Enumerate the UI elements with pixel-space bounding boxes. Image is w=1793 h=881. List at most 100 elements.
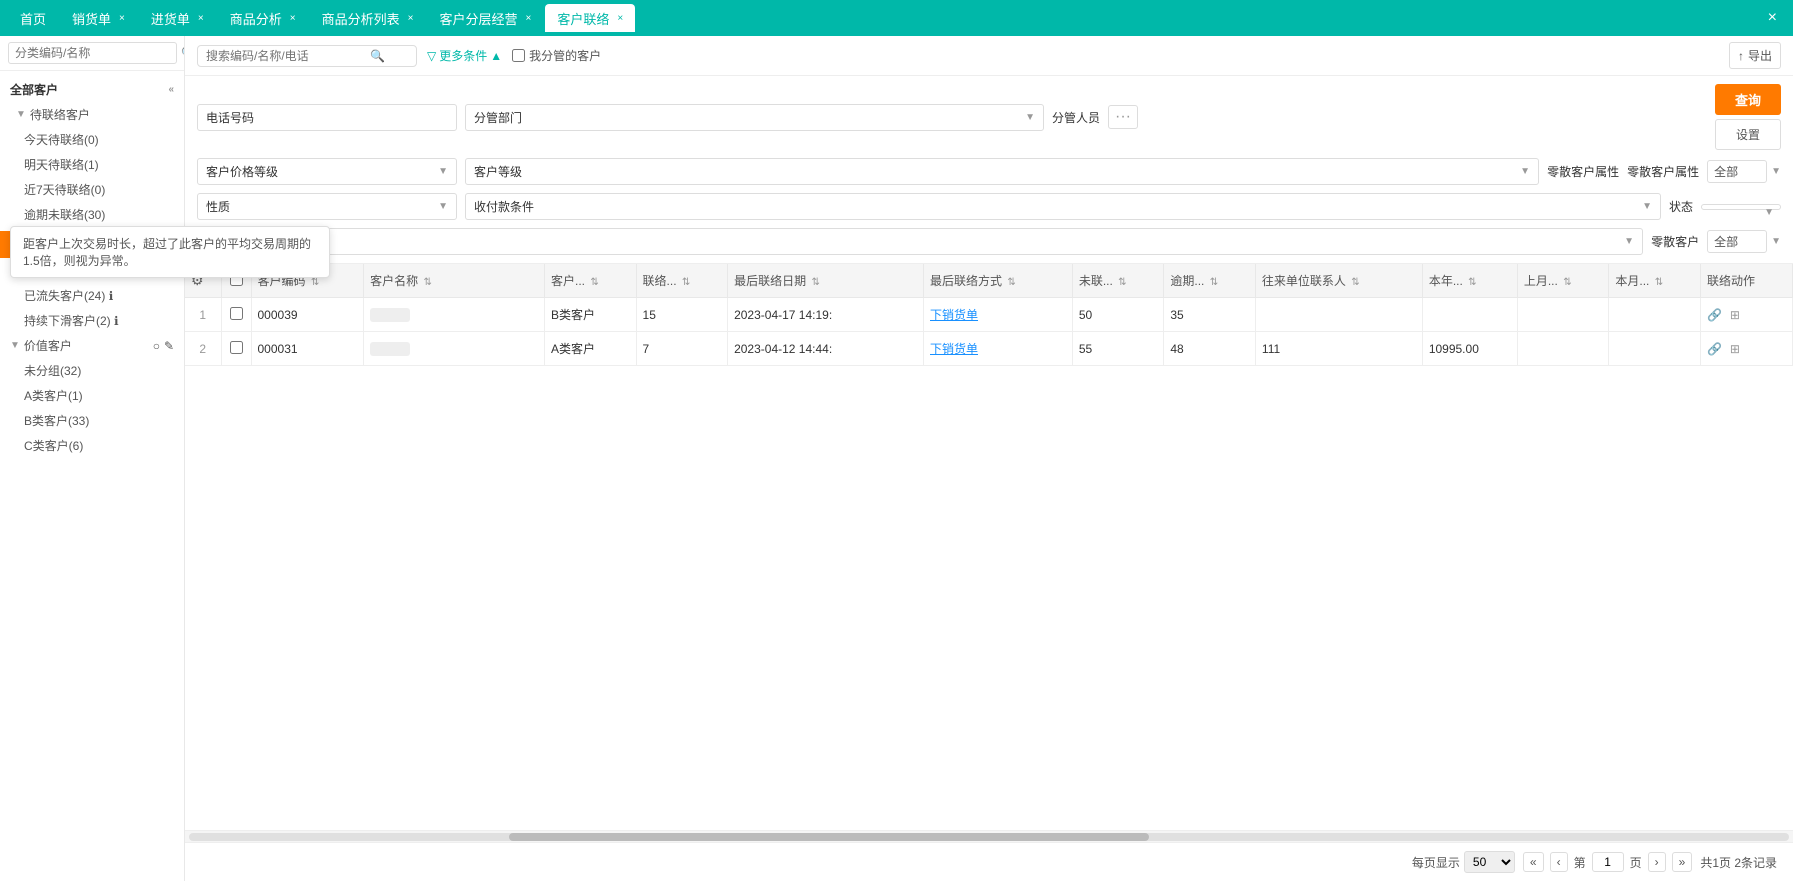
tab-analysis[interactable]: 商品分析 × [218, 4, 308, 32]
sidebar-item-today[interactable]: 今天待联络(0) [0, 127, 184, 152]
filter-retail-arrow[interactable]: ▼ [1771, 166, 1781, 177]
col-name-sort[interactable]: ⇅ [424, 277, 432, 288]
filter-status-value[interactable]: ▼ [1701, 204, 1781, 210]
sidebar-item-class-c[interactable]: C类客户(6) [0, 433, 184, 458]
lost-info-icon: ℹ [109, 289, 114, 303]
tab-analysis-close[interactable]: × [290, 13, 296, 24]
row1-action-link-icon[interactable]: 🔗 [1707, 308, 1722, 322]
row1-uncontact: 50 [1072, 298, 1164, 332]
export-button[interactable]: ↑ 导出 [1729, 42, 1781, 69]
tab-sales-label: 销货单 [72, 9, 111, 28]
row2-last-method-link[interactable]: 下销货单 [930, 342, 978, 356]
horizontal-scrollbar[interactable] [185, 830, 1793, 842]
app-container: 首页 销货单 × 进货单 × 商品分析 × 商品分析列表 × 客户分层经营 × … [0, 0, 1793, 881]
tab-sales[interactable]: 销货单 × [60, 4, 137, 32]
sidebar-collapse-btn[interactable]: « [168, 84, 174, 95]
sidebar-search-area: 🔍 [0, 36, 184, 71]
filter-retail-customer-arrow[interactable]: ▼ [1771, 236, 1781, 247]
row1-last-method-link[interactable]: 下销货单 [930, 308, 978, 322]
filter-dept[interactable]: 分管部门 ▼ [465, 104, 1044, 131]
filter-payment[interactable]: 收付款条件 ▼ [465, 193, 1661, 220]
filter-gender[interactable]: 性质 ▼ [197, 193, 457, 220]
sidebar-item-tomorrow[interactable]: 明天待联络(1) [0, 152, 184, 177]
tab-analysis-list-close[interactable]: × [408, 13, 414, 24]
action-buttons: 查询 设置 [1715, 84, 1781, 150]
filter-status-arrow: ▼ [1764, 207, 1774, 218]
tab-analysis-label: 商品分析 [230, 9, 282, 28]
row1-select-checkbox[interactable] [230, 307, 243, 320]
more-conditions-btn[interactable]: ▽ 更多条件 ▲ [427, 47, 502, 64]
col-this-year-sort[interactable]: ⇅ [1468, 277, 1476, 288]
sidebar-item-overdue[interactable]: 逾期未联络(30) [0, 202, 184, 227]
window-close-button[interactable]: × [1760, 9, 1785, 27]
sidebar-item-lost[interactable]: 已流失客户(24) ℹ [0, 283, 184, 308]
filter-price-level[interactable]: 客户价格等级 ▼ [197, 158, 457, 185]
col-name: 客户名称 ⇅ [364, 264, 545, 298]
row1-action-grid-icon[interactable]: ⊞ [1730, 308, 1740, 322]
col-last-method-sort[interactable]: ⇅ [1007, 277, 1015, 288]
my-customers-checkbox[interactable] [512, 49, 525, 62]
filter-person-dots[interactable]: ··· [1108, 105, 1138, 129]
row2-action-link-icon[interactable]: 🔗 [1707, 342, 1722, 356]
sidebar-item-7days[interactable]: 近7天待联络(0) [0, 177, 184, 202]
row1-action-buttons: 🔗 ⊞ [1707, 308, 1786, 322]
filter-customer-type[interactable]: 客户类型 ▼ [219, 228, 1643, 255]
page-number-input[interactable] [1592, 852, 1624, 872]
search-input[interactable] [206, 49, 366, 63]
value-customer-label: 价值客户 [24, 337, 72, 354]
page-next-btn[interactable]: › [1648, 852, 1666, 872]
tab-analysis-list[interactable]: 商品分析列表 × [310, 4, 426, 32]
page-first-btn[interactable]: « [1523, 852, 1544, 872]
pending-title[interactable]: ▼ 待联络客户 [0, 102, 184, 127]
sidebar-item-ungroup[interactable]: 未分组(32) [0, 358, 184, 383]
tab-sales-close[interactable]: × [119, 13, 125, 24]
row2-last-method: 下销货单 [924, 332, 1073, 366]
row2-action-grid-icon[interactable]: ⊞ [1730, 342, 1740, 356]
col-uncontact-sort[interactable]: ⇅ [1118, 277, 1126, 288]
per-page-select[interactable]: 50 100 200 [1464, 851, 1515, 873]
tab-home[interactable]: 首页 [8, 4, 58, 32]
col-overdue-sort[interactable]: ⇅ [1210, 277, 1218, 288]
col-last-month: 上月... ⇅ [1517, 264, 1609, 298]
search-bar-icon[interactable]: 🔍 [370, 49, 385, 63]
row2-select-checkbox[interactable] [230, 341, 243, 354]
tab-customer-contact[interactable]: 客户联络 × [545, 4, 635, 32]
row1-last-month [1517, 298, 1609, 332]
col-last-method-label: 最后联络方式 [930, 274, 1002, 288]
col-uncontact-label: 未联... [1079, 274, 1113, 288]
value-customer-title[interactable]: ▼ 价值客户 ○ ✎ [0, 333, 184, 358]
col-this-month: 本月... ⇅ [1609, 264, 1701, 298]
sidebar-item-keepdown[interactable]: 持续下滑客户(2) ℹ [0, 308, 184, 333]
sidebar-item-class-b[interactable]: B类客户(33) [0, 408, 184, 433]
col-overdue: 逾期... ⇅ [1164, 264, 1256, 298]
filter-customer-level[interactable]: 客户等级 ▼ [465, 158, 1539, 185]
sidebar-search-input[interactable] [8, 42, 177, 64]
tab-customer-segment-close[interactable]: × [525, 13, 531, 24]
col-contact-person-sort[interactable]: ⇅ [1351, 277, 1359, 288]
page-prev-btn[interactable]: ‹ [1550, 852, 1568, 872]
tab-customer-segment[interactable]: 客户分层经营 × [427, 4, 543, 32]
page-last-btn[interactable]: » [1672, 852, 1693, 872]
value-customer-edit-icon[interactable]: ✎ [164, 339, 174, 353]
settings-button[interactable]: 设置 [1715, 119, 1781, 150]
row2-checkbox [221, 332, 251, 366]
tab-purchase-close[interactable]: × [198, 13, 204, 24]
filter-phone[interactable]: 电话号码 [197, 104, 457, 131]
query-button[interactable]: 查询 [1715, 84, 1781, 115]
col-code-sort[interactable]: ⇅ [311, 277, 319, 288]
tab-purchase[interactable]: 进货单 × [139, 4, 216, 32]
all-customers-header[interactable]: 全部客户 « [0, 77, 184, 102]
scrollbar-thumb[interactable] [509, 833, 1149, 841]
col-this-month-sort[interactable]: ⇅ [1655, 277, 1663, 288]
tab-customer-contact-close[interactable]: × [617, 13, 623, 24]
filter-area: 电话号码 分管部门 ▼ 分管人员 ··· 查询 设置 [185, 76, 1793, 264]
col-type-sort[interactable]: ⇅ [590, 277, 598, 288]
col-last-month-sort[interactable]: ⇅ [1563, 277, 1571, 288]
tab-purchase-label: 进货单 [151, 9, 190, 28]
col-contact-count-sort[interactable]: ⇅ [682, 277, 690, 288]
row2-contact-count: 7 [636, 332, 728, 366]
col-last-date-sort[interactable]: ⇅ [811, 277, 819, 288]
value-customer-circle-icon[interactable]: ○ [153, 339, 160, 353]
filter-price-level-arrow: ▼ [438, 166, 448, 177]
sidebar-item-class-a[interactable]: A类客户(1) [0, 383, 184, 408]
